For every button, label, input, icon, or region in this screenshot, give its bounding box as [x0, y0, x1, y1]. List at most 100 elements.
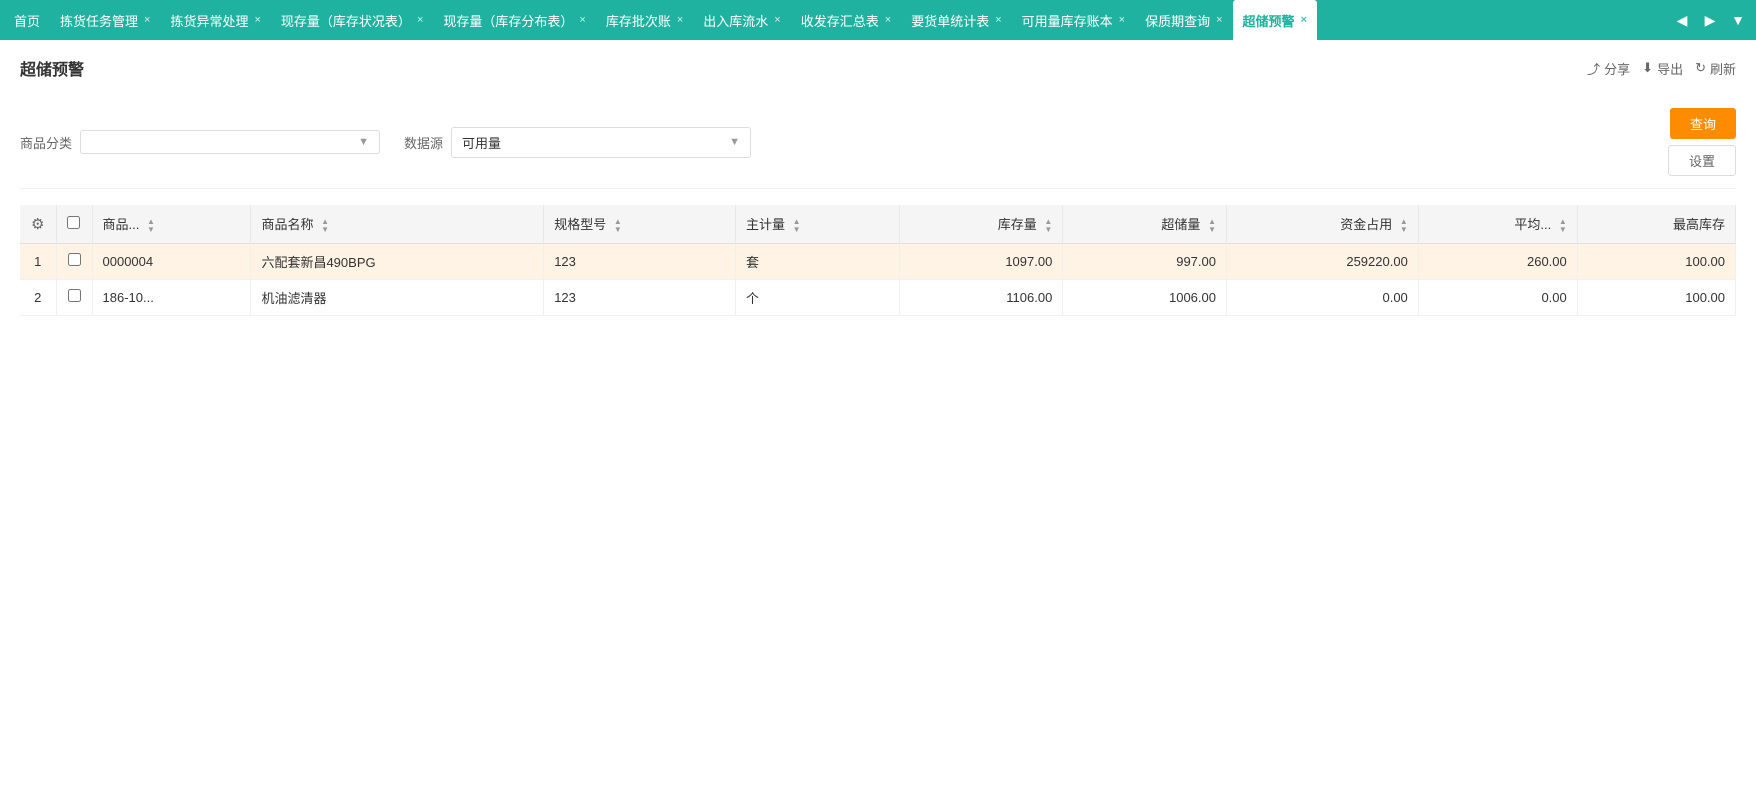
- product-name-cell: 六配套新昌490BPG: [251, 243, 544, 279]
- export-icon: ⬇: [1642, 60, 1653, 76]
- column-unit[interactable]: 主计量 ▲▼: [736, 205, 900, 243]
- column-capital-label: 资金占用: [1340, 217, 1392, 232]
- column-capital[interactable]: 资金占用 ▲▼: [1226, 205, 1418, 243]
- sort-icon: ▲▼: [1400, 218, 1408, 234]
- product-code-cell: 186-10...: [92, 279, 251, 315]
- row-number: 2: [20, 279, 56, 315]
- over-stock-cell: 1006.00: [1063, 279, 1227, 315]
- close-icon[interactable]: ×: [1301, 14, 1307, 26]
- refresh-button[interactable]: ↻ 刷新: [1695, 59, 1736, 78]
- column-checkbox: [56, 205, 92, 243]
- close-icon[interactable]: ×: [579, 14, 585, 26]
- column-over-stock-label: 超储量: [1161, 217, 1200, 232]
- top-nav: 首页 拣货任务管理 × 拣货异常处理 × 现存量（库存状况表） × 现存量（库存…: [0, 0, 1756, 40]
- data-source-select[interactable]: 可用量 ▼: [451, 127, 751, 158]
- filter-area: 商品分类 ▼ 数据源 可用量 ▼ 查询 设置: [20, 96, 1736, 189]
- column-product-name[interactable]: 商品名称 ▲▼: [251, 205, 544, 243]
- nav-item-abnormal[interactable]: 拣货异常处理 ×: [160, 0, 270, 40]
- sort-icon: ▲▼: [321, 218, 329, 234]
- nav-item-batch-account[interactable]: 库存批次账 ×: [596, 0, 693, 40]
- nav-item-stock-status[interactable]: 现存量（库存状况表） ×: [271, 0, 433, 40]
- row-checkbox-cell: [56, 279, 92, 315]
- data-source-filter: 数据源 可用量 ▼: [404, 127, 751, 158]
- select-all-checkbox[interactable]: [67, 216, 80, 229]
- avg-cell: 260.00: [1418, 243, 1577, 279]
- chevron-down-icon: ▼: [358, 136, 369, 148]
- product-category-filter: 商品分类 ▼: [20, 130, 380, 154]
- close-icon[interactable]: ×: [774, 14, 780, 26]
- column-unit-label: 主计量: [746, 217, 785, 232]
- product-code-cell: 0000004: [92, 243, 251, 279]
- row-checkbox[interactable]: [68, 253, 81, 266]
- chevron-down-icon: ▼: [729, 136, 740, 148]
- capital-cell: 259220.00: [1226, 243, 1418, 279]
- nav-next-button[interactable]: ▶: [1696, 0, 1724, 40]
- column-settings[interactable]: ⚙: [20, 205, 56, 243]
- nav-item-task-mgmt[interactable]: 拣货任务管理 ×: [50, 0, 160, 40]
- close-icon[interactable]: ×: [417, 14, 423, 26]
- export-button[interactable]: ⬇ 导出: [1642, 59, 1683, 78]
- product-category-select[interactable]: ▼: [80, 130, 380, 154]
- row-checkbox[interactable]: [68, 289, 81, 302]
- column-avg-label: 平均...: [1514, 217, 1551, 232]
- settings-button[interactable]: 设置: [1668, 145, 1736, 176]
- close-icon[interactable]: ×: [995, 14, 1001, 26]
- spec-cell: 123: [544, 243, 736, 279]
- nav-arrows: ◀ ▶ ▼: [1668, 0, 1752, 40]
- nav-expand-button[interactable]: ▼: [1724, 0, 1752, 40]
- max-stock-cell: 100.00: [1577, 279, 1735, 315]
- column-product-name-label: 商品名称: [261, 217, 313, 232]
- column-stock[interactable]: 库存量 ▲▼: [899, 205, 1063, 243]
- data-source-value: 可用量: [462, 133, 501, 152]
- sort-icon: ▲▼: [614, 218, 622, 234]
- column-max-stock[interactable]: 最高库存: [1577, 205, 1735, 243]
- column-spec[interactable]: 规格型号 ▲▼: [544, 205, 736, 243]
- unit-cell: 套: [736, 243, 900, 279]
- sort-icon: ▲▼: [1208, 218, 1216, 234]
- table-row: 2 186-10... 机油滤清器 123 个 1106.00 1006.00 …: [20, 279, 1736, 315]
- unit-cell: 个: [736, 279, 900, 315]
- page-title: 超储预警: [20, 56, 84, 80]
- data-table: ⚙ 商品... ▲▼ 商品名称 ▲▼ 规格型号 ▲▼ 主计: [20, 205, 1736, 316]
- close-icon[interactable]: ×: [144, 14, 150, 26]
- column-over-stock[interactable]: 超储量 ▲▼: [1063, 205, 1227, 243]
- column-stock-label: 库存量: [998, 217, 1037, 232]
- nav-prev-button[interactable]: ◀: [1668, 0, 1696, 40]
- nav-item-inout-flow[interactable]: 出入库流水 ×: [693, 0, 790, 40]
- stock-cell: 1106.00: [899, 279, 1063, 315]
- close-icon[interactable]: ×: [254, 14, 260, 26]
- column-avg[interactable]: 平均... ▲▼: [1418, 205, 1577, 243]
- close-icon[interactable]: ×: [677, 14, 683, 26]
- column-spec-label: 规格型号: [554, 217, 606, 232]
- nav-item-order-stats[interactable]: 要货单统计表 ×: [901, 0, 1011, 40]
- close-icon[interactable]: ×: [1119, 14, 1125, 26]
- max-stock-cell: 100.00: [1577, 243, 1735, 279]
- page-header: 超储预警 ⤴ 分享 ⬇ 导出 ↻ 刷新: [20, 56, 1736, 80]
- query-button[interactable]: 查询: [1670, 108, 1736, 139]
- settings-gear-icon: ⚙: [31, 216, 44, 233]
- spec-cell: 123: [544, 279, 736, 315]
- main-content: 超储预警 ⤴ 分享 ⬇ 导出 ↻ 刷新 商品分类 ▼ 数据源: [0, 40, 1756, 332]
- share-button[interactable]: ⤴ 分享: [1587, 59, 1630, 78]
- capital-cell: 0.00: [1226, 279, 1418, 315]
- table-header-row: ⚙ 商品... ▲▼ 商品名称 ▲▼ 规格型号 ▲▼ 主计: [20, 205, 1736, 243]
- column-max-stock-label: 最高库存: [1673, 217, 1725, 232]
- sort-icon: ▲▼: [147, 218, 155, 234]
- close-icon[interactable]: ×: [1216, 14, 1222, 26]
- stock-cell: 1097.00: [899, 243, 1063, 279]
- nav-item-shelf-life[interactable]: 保质期查询 ×: [1135, 0, 1232, 40]
- product-category-label: 商品分类: [20, 133, 72, 152]
- nav-item-stock-dist[interactable]: 现存量（库存分布表） ×: [433, 0, 595, 40]
- filter-buttons: 查询 设置: [1668, 108, 1736, 176]
- nav-item-recv-summary[interactable]: 收发存汇总表 ×: [791, 0, 901, 40]
- table-body: 1 0000004 六配套新昌490BPG 123 套 1097.00 997.…: [20, 243, 1736, 315]
- nav-item-home[interactable]: 首页: [4, 0, 50, 40]
- over-stock-cell: 997.00: [1063, 243, 1227, 279]
- nav-item-available-stock[interactable]: 可用量库存账本 ×: [1012, 0, 1135, 40]
- data-source-label: 数据源: [404, 133, 443, 152]
- row-checkbox-cell: [56, 243, 92, 279]
- close-icon[interactable]: ×: [885, 14, 891, 26]
- column-product-code[interactable]: 商品... ▲▼: [92, 205, 251, 243]
- avg-cell: 0.00: [1418, 279, 1577, 315]
- nav-item-over-stock[interactable]: 超储预警 ×: [1233, 0, 1317, 40]
